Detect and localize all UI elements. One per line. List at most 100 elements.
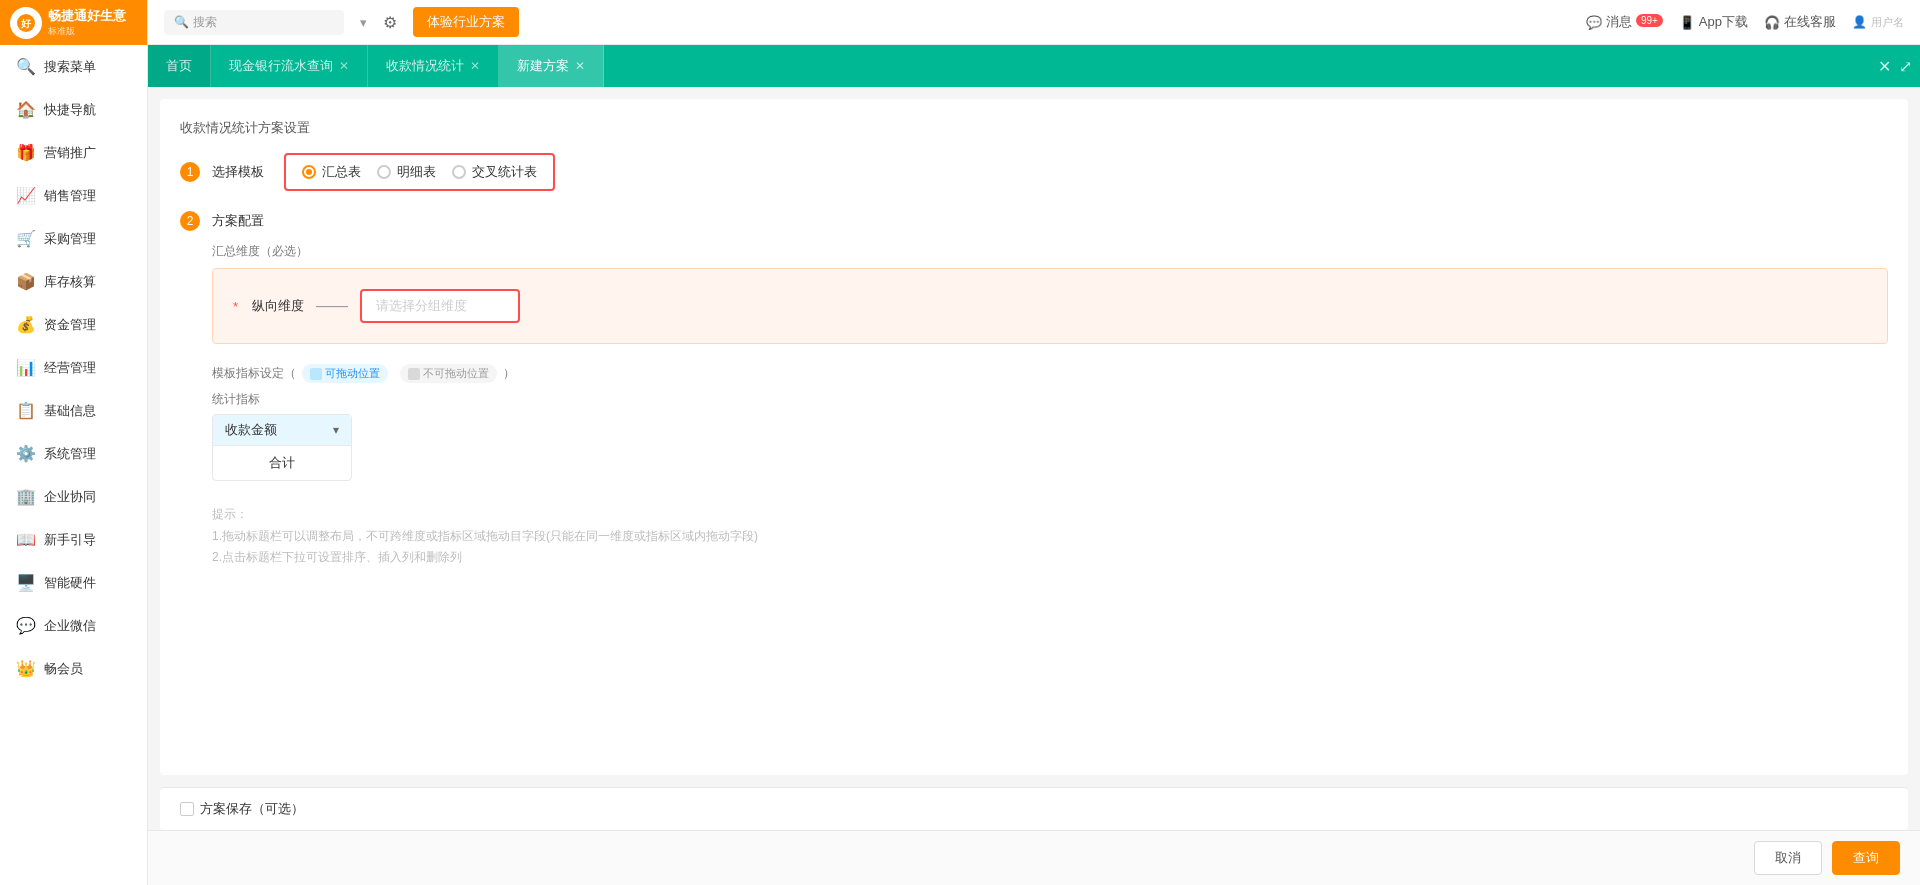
save-section: 方案保存（可选） — [160, 787, 1908, 830]
sidebar-item-label: 经营管理 — [44, 359, 96, 377]
main-card: 收款情况统计方案设置 1 选择模板 汇总表 明细表 交叉统计 — [160, 99, 1908, 775]
metrics-table-row: 合计 — [213, 446, 351, 480]
member-icon: 👑 — [16, 659, 36, 678]
sidebar-item-label: 智能硬件 — [44, 574, 96, 592]
sidebar-item-search[interactable]: 🔍 搜索菜单 — [0, 45, 147, 88]
tip-item-2: 2.点击标题栏下拉可设置排序、插入列和删除列 — [212, 547, 1888, 569]
vertical-dimension-label: 纵向维度 — [252, 297, 304, 315]
tab-collection-stats-close-icon[interactable]: ✕ — [470, 59, 480, 73]
tab-collection-stats[interactable]: 收款情况统计 ✕ — [368, 45, 499, 87]
dimension-section-label: 汇总维度（必选） — [212, 243, 1888, 260]
sidebar-item-home[interactable]: 🏠 快捷导航 — [0, 88, 147, 131]
dropdown-chevron-icon: ▾ — [360, 15, 367, 30]
tab-bar-close-icon[interactable]: ✕ — [1878, 57, 1891, 76]
sidebar-item-management[interactable]: 📊 经营管理 — [0, 346, 147, 389]
page-title: 收款情况统计方案设置 — [180, 119, 1888, 137]
sidebar-item-enterprise[interactable]: 🏢 企业协同 — [0, 475, 147, 518]
sidebar-item-finance[interactable]: 💰 资金管理 — [0, 303, 147, 346]
sidebar-item-inventory[interactable]: 📦 库存核算 — [0, 260, 147, 303]
dimension-select[interactable]: 请选择分组维度 — [360, 289, 520, 323]
tab-new-plan[interactable]: 新建方案 ✕ — [499, 45, 604, 87]
support-area[interactable]: 🎧 在线客服 — [1764, 13, 1836, 31]
sidebar-item-wechat[interactable]: 💬 企业微信 — [0, 604, 147, 647]
download-label: App下载 — [1699, 13, 1748, 31]
sidebar-item-member[interactable]: 👑 畅会员 — [0, 647, 147, 690]
arrow-icon: —— — [316, 297, 348, 315]
chevron-down-icon[interactable]: ▾ — [333, 423, 339, 437]
message-icon: 💬 — [1586, 15, 1602, 30]
basics-icon: 📋 — [16, 401, 36, 420]
tab-bar-expand-icon[interactable]: ⤢ — [1899, 57, 1912, 76]
radio-cross[interactable]: 交叉统计表 — [452, 163, 537, 181]
notification-label: 消息 — [1606, 13, 1632, 31]
radio-summary[interactable]: 汇总表 — [302, 163, 361, 181]
sidebar-item-hardware[interactable]: 🖥️ 智能硬件 — [0, 561, 147, 604]
cancel-button[interactable]: 取消 — [1754, 841, 1822, 875]
step1-label: 选择模板 — [212, 163, 264, 181]
metrics-label: 模板指标设定（ — [212, 365, 296, 382]
header: 🔍 搜索 ▾ ⚙ 体验行业方案 💬 消息 99+ 📱 App下载 🎧 在线客服 … — [148, 0, 1920, 45]
support-label: 在线客服 — [1784, 13, 1836, 31]
template-selection-box: 汇总表 明细表 交叉统计表 — [284, 153, 555, 191]
header-right: 💬 消息 99+ 📱 App下载 🎧 在线客服 👤 用户名 — [1586, 13, 1904, 31]
trial-button[interactable]: 体验行业方案 — [413, 7, 519, 37]
system-icon: ⚙️ — [16, 444, 36, 463]
group-label: 统计指标 — [212, 391, 352, 408]
sidebar-item-label: 系统管理 — [44, 445, 96, 463]
search-box[interactable]: 🔍 搜索 — [164, 10, 344, 35]
download-area[interactable]: 📱 App下载 — [1679, 13, 1748, 31]
tab-new-plan-close-icon[interactable]: ✕ — [575, 59, 585, 73]
sidebar-menu: 🔍 搜索菜单 🏠 快捷导航 🎁 营销推广 📈 销售管理 🛒 采购管理 📦 库存核… — [0, 45, 147, 885]
metrics-header: 模板指标设定（ 可拖动位置 不可拖动位置 ） — [212, 364, 1888, 383]
sidebar-item-label: 销售管理 — [44, 187, 96, 205]
hardware-icon: 🖥️ — [16, 573, 36, 592]
sidebar-item-system[interactable]: ⚙️ 系统管理 — [0, 432, 147, 475]
sidebar-item-purchase[interactable]: 🛒 采购管理 — [0, 217, 147, 260]
tab-bank-flow-close-icon[interactable]: ✕ — [339, 59, 349, 73]
sidebar: 好 畅捷通好生意 标准版 🔍 搜索菜单 🏠 快捷导航 🎁 营销推广 📈 销售管理… — [0, 0, 148, 885]
sidebar-item-basics[interactable]: 📋 基础信息 — [0, 389, 147, 432]
radio-detail[interactable]: 明细表 — [377, 163, 436, 181]
tips-title: 提示： — [212, 504, 1888, 526]
save-checkbox[interactable] — [180, 802, 194, 816]
sidebar-item-label: 搜索菜单 — [44, 58, 96, 76]
user-area[interactable]: 👤 用户名 — [1852, 15, 1904, 30]
notification-badge: 99+ — [1636, 14, 1663, 27]
metrics-table: 收款金额 ▾ 合计 — [212, 414, 352, 481]
action-bar: 取消 查询 — [148, 830, 1920, 885]
sidebar-item-label: 畅会员 — [44, 660, 83, 678]
wechat-icon: 💬 — [16, 616, 36, 635]
save-checkbox-label[interactable]: 方案保存（可选） — [180, 800, 304, 818]
gear-icon[interactable]: ⚙ — [383, 13, 397, 32]
tab-bar: 首页 现金银行流水查询 ✕ 收款情况统计 ✕ 新建方案 ✕ ✕ ⤢ — [148, 45, 1920, 87]
tag-fixed-label: 不可拖动位置 — [423, 366, 489, 381]
tag-draggable-label: 可拖动位置 — [325, 366, 380, 381]
search-placeholder: 搜索 — [193, 14, 217, 31]
sidebar-item-marketing[interactable]: 🎁 营销推广 — [0, 131, 147, 174]
enterprise-icon: 🏢 — [16, 487, 36, 506]
tab-home[interactable]: 首页 — [148, 45, 211, 87]
sidebar-item-guide[interactable]: 📖 新手引导 — [0, 518, 147, 561]
app-name: 畅捷通好生意 — [48, 7, 126, 25]
required-star: * — [233, 299, 238, 314]
sidebar-item-label: 资金管理 — [44, 316, 96, 334]
sidebar-item-label: 企业微信 — [44, 617, 96, 635]
user-name: 用户名 — [1871, 15, 1904, 30]
guide-icon: 📖 — [16, 530, 36, 549]
sidebar-item-label: 库存核算 — [44, 273, 96, 291]
sidebar-item-sales[interactable]: 📈 销售管理 — [0, 174, 147, 217]
query-button[interactable]: 查询 — [1832, 841, 1900, 875]
support-icon: 🎧 — [1764, 15, 1780, 30]
notification-area[interactable]: 💬 消息 99+ — [1586, 13, 1663, 31]
tab-bank-flow[interactable]: 现金银行流水查询 ✕ — [211, 45, 368, 87]
metrics-table-header: 收款金额 ▾ — [213, 415, 351, 446]
header-dropdown[interactable]: ▾ — [360, 15, 367, 30]
step2-number: 2 — [180, 211, 200, 231]
tips-area: 提示： 1.拖动标题栏可以调整布局，不可跨维度或指标区域拖动目字段(只能在同一维… — [212, 504, 1888, 569]
user-avatar-icon: 👤 — [1852, 15, 1867, 29]
sidebar-item-label: 快捷导航 — [44, 101, 96, 119]
radio-summary-label: 汇总表 — [322, 163, 361, 181]
sidebar-item-label: 采购管理 — [44, 230, 96, 248]
sidebar-item-label: 基础信息 — [44, 402, 96, 420]
tab-bar-actions: ✕ ⤢ — [1878, 57, 1920, 76]
